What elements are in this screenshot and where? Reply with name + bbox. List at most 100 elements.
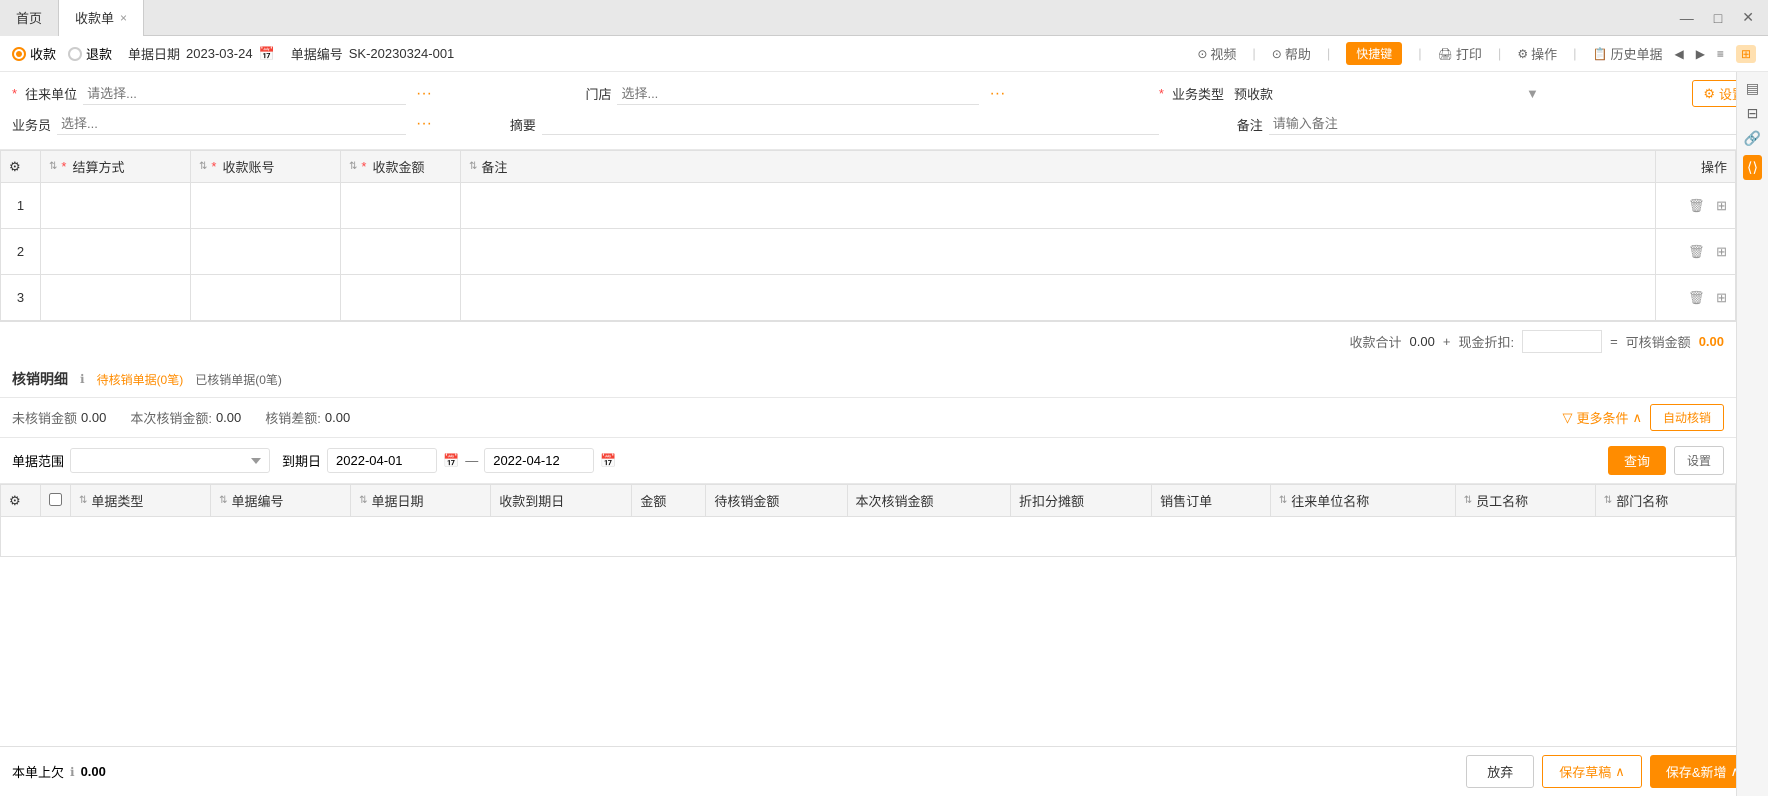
advance-value: 0.00 [81, 764, 106, 779]
sort-doc-type[interactable]: ⇅ [79, 495, 87, 506]
row-num-3: 3 [1, 275, 41, 321]
cal-end-icon[interactable]: 📅 [600, 453, 616, 469]
save-draft-button[interactable]: 保存草稿 ∧ [1542, 755, 1642, 788]
help-link[interactable]: ⊙ 帮助 [1272, 44, 1311, 63]
partner-field: * 往来单位 ··· [12, 83, 432, 105]
minimize-button[interactable]: — [1674, 8, 1700, 28]
cal-start-icon[interactable]: 📅 [443, 453, 459, 469]
row-1-delete-icon[interactable]: 🗑 [1688, 198, 1705, 213]
row-3-account[interactable] [191, 275, 341, 321]
table-footer: 收款合计 0.00 + 现金折扣: = 可核销金额 0.00 [0, 321, 1736, 361]
operation-link[interactable]: ⚙ 操作 [1517, 44, 1557, 63]
row-3-remark[interactable] [461, 275, 1656, 321]
due-date-start[interactable] [327, 448, 437, 473]
row-3-delete-icon[interactable]: 🗑 [1688, 290, 1705, 305]
hexiao-info-icon[interactable]: ℹ [80, 372, 85, 386]
bth-check [41, 485, 71, 517]
tab-home[interactable]: 首页 [0, 0, 58, 36]
store-input[interactable] [617, 83, 979, 105]
refund-radio[interactable]: 退款 [68, 44, 112, 63]
remark-field: 备注 [1237, 113, 1756, 135]
row-3-amount[interactable] [341, 275, 461, 321]
more-conditions-btn[interactable]: ▽ 更多条件 ∧ [1562, 408, 1642, 427]
sidebar-link-icon[interactable]: 🔗 [1744, 130, 1761, 147]
partner-label: 往来单位 [25, 84, 77, 103]
remark-input[interactable] [1269, 113, 1756, 135]
range-label: 单据范围 [12, 451, 64, 470]
partner-input[interactable] [83, 83, 406, 105]
biz-type-label: 业务类型 [1172, 84, 1224, 103]
tab-close-icon[interactable]: × [120, 11, 127, 25]
sidebar-attach-icon[interactable]: ⊟ [1747, 105, 1759, 122]
sort-staff[interactable]: ⇅ [1464, 495, 1472, 506]
row-3-copy-icon[interactable]: ⊞ [1716, 290, 1727, 305]
refund-radio-dot [68, 47, 82, 61]
print-link[interactable]: 🖨 打印 [1438, 44, 1482, 63]
partner-more-icon[interactable]: ··· [416, 85, 432, 103]
receipt-radio[interactable]: 收款 [12, 44, 56, 63]
th-settings[interactable]: ⚙ [1, 151, 41, 183]
video-link[interactable]: ⊙ 视频 [1197, 44, 1236, 63]
row-1-remark[interactable] [461, 183, 1656, 229]
sort-partner[interactable]: ⇅ [1279, 495, 1287, 506]
sort-doc-num[interactable]: ⇅ [219, 495, 227, 506]
row-2-amount[interactable] [341, 229, 461, 275]
row-2-settlement[interactable] [41, 229, 191, 275]
hexiao-title: 核销明细 [12, 369, 68, 389]
row-2-remark[interactable] [461, 229, 1656, 275]
sort-icon-amount[interactable]: ⇅ [349, 161, 357, 172]
number-field: 单据编号 SK-20230324-001 [291, 44, 455, 63]
row-1-ops: 🗑 ⊞ [1656, 183, 1736, 229]
staff-more-icon[interactable]: ··· [416, 115, 432, 133]
close-button[interactable]: ✕ [1736, 7, 1760, 28]
store-more-icon[interactable]: ··· [989, 85, 1005, 103]
save-new-label: 保存&新增 [1666, 762, 1727, 781]
advance-info-icon[interactable]: ℹ [70, 765, 75, 779]
nav-right-icon[interactable]: ▶ [1696, 47, 1705, 61]
sort-dept[interactable]: ⇅ [1604, 495, 1612, 506]
row-3-settlement[interactable] [41, 275, 191, 321]
row-1-copy-icon[interactable]: ⊞ [1716, 198, 1727, 213]
sort-doc-date[interactable]: ⇅ [359, 495, 367, 506]
row-2-delete-icon[interactable]: 🗑 [1688, 244, 1705, 259]
row-1-account[interactable] [191, 183, 341, 229]
biz-type-field: * 业务类型 预收款 ▼ [1159, 84, 1539, 103]
toolbar-right: ⊙ 视频 | ⊙ 帮助 | 快捷键 | 🖨 打印 | ⚙ 操作 | 📋 历史单据… [1197, 42, 1756, 65]
bth-settings[interactable]: ⚙ [1, 485, 41, 517]
due-date-end[interactable] [484, 448, 594, 473]
done-tab[interactable]: 已核销单据(0笔) [195, 371, 282, 388]
select-all-checkbox[interactable] [49, 493, 62, 506]
hexiao-settings-button[interactable]: 设置 [1674, 446, 1724, 475]
discount-input[interactable] [1522, 330, 1602, 353]
sidebar-table-icon[interactable]: ▤ [1746, 80, 1759, 97]
grid-view-icon[interactable]: ⊞ [1736, 45, 1756, 63]
summary-input[interactable] [542, 113, 1159, 135]
calendar-icon[interactable]: 📅 [259, 46, 275, 62]
staff-input[interactable] [57, 113, 406, 135]
pending-tab[interactable]: 待核销单据(0笔) [97, 371, 184, 388]
row-1-settlement[interactable] [41, 183, 191, 229]
biz-type-arrow[interactable]: ▼ [1526, 86, 1539, 101]
row-2-copy-icon[interactable]: ⊞ [1716, 244, 1727, 259]
sort-icon-remark[interactable]: ⇅ [469, 161, 477, 172]
range-select[interactable] [70, 448, 270, 473]
filter-buttons: 查询 设置 [1608, 446, 1724, 475]
shortcut-button[interactable]: 快捷键 [1346, 42, 1402, 65]
abandon-button[interactable]: 放弃 [1466, 755, 1534, 788]
nav-left-icon[interactable]: ◀ [1674, 47, 1683, 61]
query-button[interactable]: 查询 [1608, 446, 1666, 475]
sort-icon-settlement[interactable]: ⇅ [49, 161, 57, 172]
auto-hexiao-button[interactable]: 自动核销 [1650, 404, 1724, 431]
bth-amount: 金额 [632, 485, 706, 517]
store-field: 门店 ··· [585, 83, 1005, 105]
sort-icon-account[interactable]: ⇅ [199, 161, 207, 172]
tab-receipt[interactable]: 收款单 × [58, 0, 144, 36]
sidebar-active-icon[interactable]: ⟨⟩ [1743, 155, 1762, 180]
maximize-button[interactable]: □ [1708, 8, 1728, 28]
number-value: SK-20230324-001 [349, 46, 455, 61]
receipt-radio-dot [12, 47, 26, 61]
row-1-amount[interactable] [341, 183, 461, 229]
row-2-account[interactable] [191, 229, 341, 275]
history-link[interactable]: 📋 历史单据 [1592, 44, 1662, 63]
list-view-icon[interactable]: ≡ [1717, 47, 1724, 61]
